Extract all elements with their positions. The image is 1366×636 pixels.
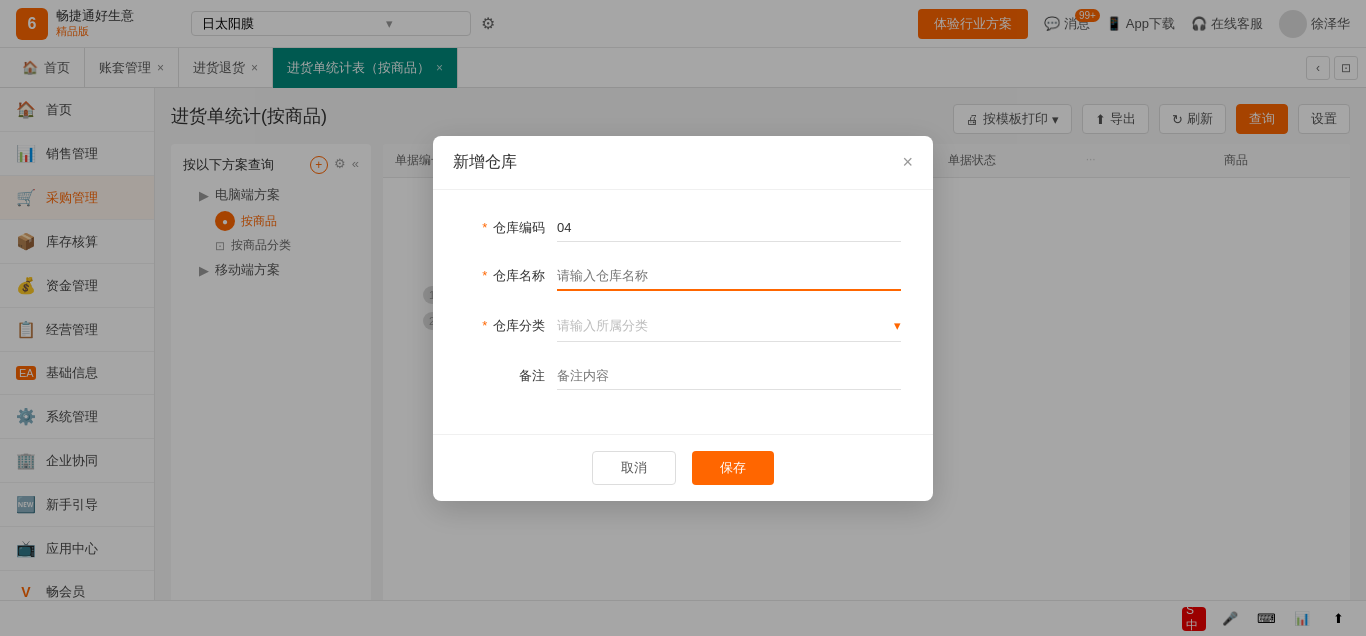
category-label: * 仓库分类 — [465, 317, 545, 335]
remark-label: 备注 — [465, 367, 545, 385]
save-button[interactable]: 保存 — [692, 451, 774, 485]
form-item-category: * 仓库分类 请输入所属分类 ▾ — [465, 311, 901, 342]
category-dropdown-icon: ▾ — [894, 318, 901, 333]
remark-input[interactable] — [557, 362, 901, 390]
form-item-remark: 备注 — [465, 362, 901, 390]
dialog-header: 新增仓库 × — [433, 136, 933, 190]
category-placeholder: 请输入所属分类 — [557, 317, 648, 335]
category-select[interactable]: 请输入所属分类 ▾ — [557, 311, 901, 342]
cancel-button[interactable]: 取消 — [592, 451, 676, 485]
dialog-body: * 仓库编码 * 仓库名称 * 仓库分类 请输入所属 — [433, 190, 933, 434]
modal-overlay: 新增仓库 × * 仓库编码 * 仓库名称 — [0, 0, 1366, 636]
name-label: * 仓库名称 — [465, 267, 545, 285]
form-item-code: * 仓库编码 — [465, 214, 901, 242]
dialog-close-button[interactable]: × — [902, 152, 913, 173]
form-item-name: * 仓库名称 — [465, 262, 901, 291]
new-warehouse-dialog: 新增仓库 × * 仓库编码 * 仓库名称 — [433, 136, 933, 501]
code-label: * 仓库编码 — [465, 219, 545, 237]
dialog-title: 新增仓库 — [453, 152, 517, 173]
name-input[interactable] — [557, 262, 901, 291]
code-input[interactable] — [557, 214, 901, 242]
dialog-footer: 取消 保存 — [433, 434, 933, 501]
